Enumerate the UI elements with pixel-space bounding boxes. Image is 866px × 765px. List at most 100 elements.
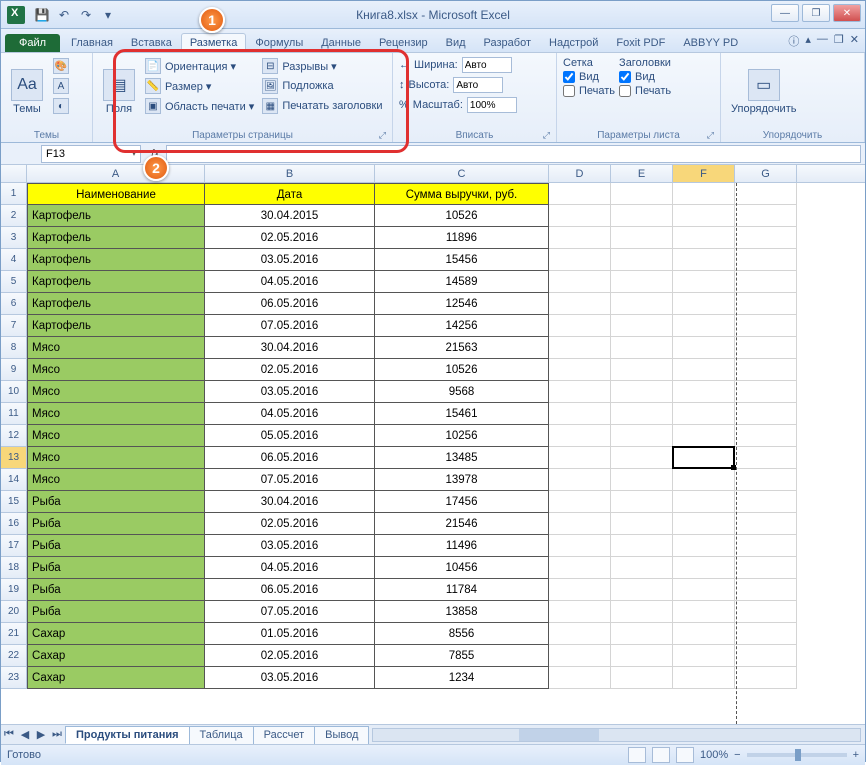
row-header-3[interactable]: 3 [1, 227, 27, 249]
cell-B14[interactable]: 07.05.2016 [205, 469, 375, 491]
cell-D22[interactable] [549, 645, 611, 667]
cell-D20[interactable] [549, 601, 611, 623]
sheet-tab-Рассчет[interactable]: Рассчет [253, 726, 316, 744]
cell-F16[interactable] [673, 513, 735, 535]
header-date[interactable]: Дата [205, 183, 375, 205]
cell-G21[interactable] [735, 623, 797, 645]
theme-effects[interactable]: ◐ [51, 97, 71, 115]
cell-B20[interactable]: 07.05.2016 [205, 601, 375, 623]
cell-E16[interactable] [611, 513, 673, 535]
cell-A8[interactable]: Мясо [27, 337, 205, 359]
cell-G22[interactable] [735, 645, 797, 667]
cell-G16[interactable] [735, 513, 797, 535]
qat-undo[interactable]: ↶ [54, 5, 74, 25]
row-header-16[interactable]: 16 [1, 513, 27, 535]
cell-A14[interactable]: Мясо [27, 469, 205, 491]
row-header-7[interactable]: 7 [1, 315, 27, 337]
window-maximize[interactable]: ❐ [802, 4, 830, 22]
theme-fonts[interactable]: A [51, 77, 71, 95]
cell-G17[interactable] [735, 535, 797, 557]
margins-button[interactable]: ▤ Поля [99, 55, 139, 129]
cell-A10[interactable]: Мясо [27, 381, 205, 403]
grid-print-check[interactable]: Печать [563, 85, 615, 97]
cell-C10[interactable]: 9568 [375, 381, 549, 403]
view-page-layout[interactable] [652, 747, 670, 763]
cell-G7[interactable] [735, 315, 797, 337]
cell-C7[interactable]: 14256 [375, 315, 549, 337]
window-close[interactable]: ✕ [833, 4, 861, 22]
arrange-button[interactable]: ▭ Упорядочить [727, 55, 800, 129]
cell-A4[interactable]: Картофель [27, 249, 205, 271]
cell-B23[interactable]: 03.05.2016 [205, 667, 375, 689]
cell-F11[interactable] [673, 403, 735, 425]
cell-B3[interactable]: 02.05.2016 [205, 227, 375, 249]
row-header-1[interactable]: 1 [1, 183, 27, 205]
cell-A20[interactable]: Рыба [27, 601, 205, 623]
breaks-button[interactable]: ⊟Разрывы ▾ [260, 57, 384, 75]
header-name[interactable]: Наименование [27, 183, 205, 205]
cell-E6[interactable] [611, 293, 673, 315]
cell-A22[interactable]: Сахар [27, 645, 205, 667]
qat-redo[interactable]: ↷ [76, 5, 96, 25]
zoom-in[interactable]: + [853, 749, 859, 761]
row-header-10[interactable]: 10 [1, 381, 27, 403]
head-view-check[interactable]: Вид [619, 71, 671, 83]
cell-E12[interactable] [611, 425, 673, 447]
cell-D3[interactable] [549, 227, 611, 249]
cell-D17[interactable] [549, 535, 611, 557]
cell-D7[interactable] [549, 315, 611, 337]
row-header-5[interactable]: 5 [1, 271, 27, 293]
cell-A9[interactable]: Мясо [27, 359, 205, 381]
cell-A5[interactable]: Картофель [27, 271, 205, 293]
cell-E2[interactable] [611, 205, 673, 227]
horizontal-scrollbar[interactable] [372, 728, 861, 742]
cell-D15[interactable] [549, 491, 611, 513]
row-header-2[interactable]: 2 [1, 205, 27, 227]
row-header-23[interactable]: 23 [1, 667, 27, 689]
name-box[interactable]: F13▾ [41, 145, 141, 163]
cell-E5[interactable] [611, 271, 673, 293]
row-header-18[interactable]: 18 [1, 557, 27, 579]
themes-button[interactable]: Aa Темы [7, 55, 47, 129]
cell-F14[interactable] [673, 469, 735, 491]
cell-C17[interactable]: 11496 [375, 535, 549, 557]
row-header-11[interactable]: 11 [1, 403, 27, 425]
cell-C4[interactable]: 15456 [375, 249, 549, 271]
row-header-15[interactable]: 15 [1, 491, 27, 513]
cell-A2[interactable]: Картофель [27, 205, 205, 227]
cell-E19[interactable] [611, 579, 673, 601]
cell-B4[interactable]: 03.05.2016 [205, 249, 375, 271]
row-header-13[interactable]: 13 [1, 447, 27, 469]
tab-главная[interactable]: Главная [62, 33, 122, 52]
cell-C15[interactable]: 17456 [375, 491, 549, 513]
cell-C18[interactable]: 10456 [375, 557, 549, 579]
cell-C9[interactable]: 10526 [375, 359, 549, 381]
cell-F8[interactable] [673, 337, 735, 359]
cell-B7[interactable]: 07.05.2016 [205, 315, 375, 337]
cell-G18[interactable] [735, 557, 797, 579]
chevron-down-icon[interactable]: ▾ [132, 149, 136, 158]
cell-F6[interactable] [673, 293, 735, 315]
cell-G13[interactable] [735, 447, 797, 469]
sheet-nav-next[interactable]: ▶ [33, 728, 49, 741]
cell-E11[interactable] [611, 403, 673, 425]
row-header-9[interactable]: 9 [1, 359, 27, 381]
scale-launcher[interactable]: ⤢ [543, 130, 550, 141]
cell-A16[interactable]: Рыба [27, 513, 205, 535]
cell-F10[interactable] [673, 381, 735, 403]
tab-вставка[interactable]: Вставка [122, 33, 181, 52]
cell-A11[interactable]: Мясо [27, 403, 205, 425]
cell-B17[interactable]: 03.05.2016 [205, 535, 375, 557]
cell-F4[interactable] [673, 249, 735, 271]
cell-D9[interactable] [549, 359, 611, 381]
cell-G19[interactable] [735, 579, 797, 601]
sheet-nav-first[interactable]: ⏮ [1, 728, 17, 741]
cell-B10[interactable]: 03.05.2016 [205, 381, 375, 403]
cell-E3[interactable] [611, 227, 673, 249]
cell-B5[interactable]: 04.05.2016 [205, 271, 375, 293]
cell-D23[interactable] [549, 667, 611, 689]
cell-F3[interactable] [673, 227, 735, 249]
cell-B9[interactable]: 02.05.2016 [205, 359, 375, 381]
cell-E7[interactable] [611, 315, 673, 337]
cell-G15[interactable] [735, 491, 797, 513]
